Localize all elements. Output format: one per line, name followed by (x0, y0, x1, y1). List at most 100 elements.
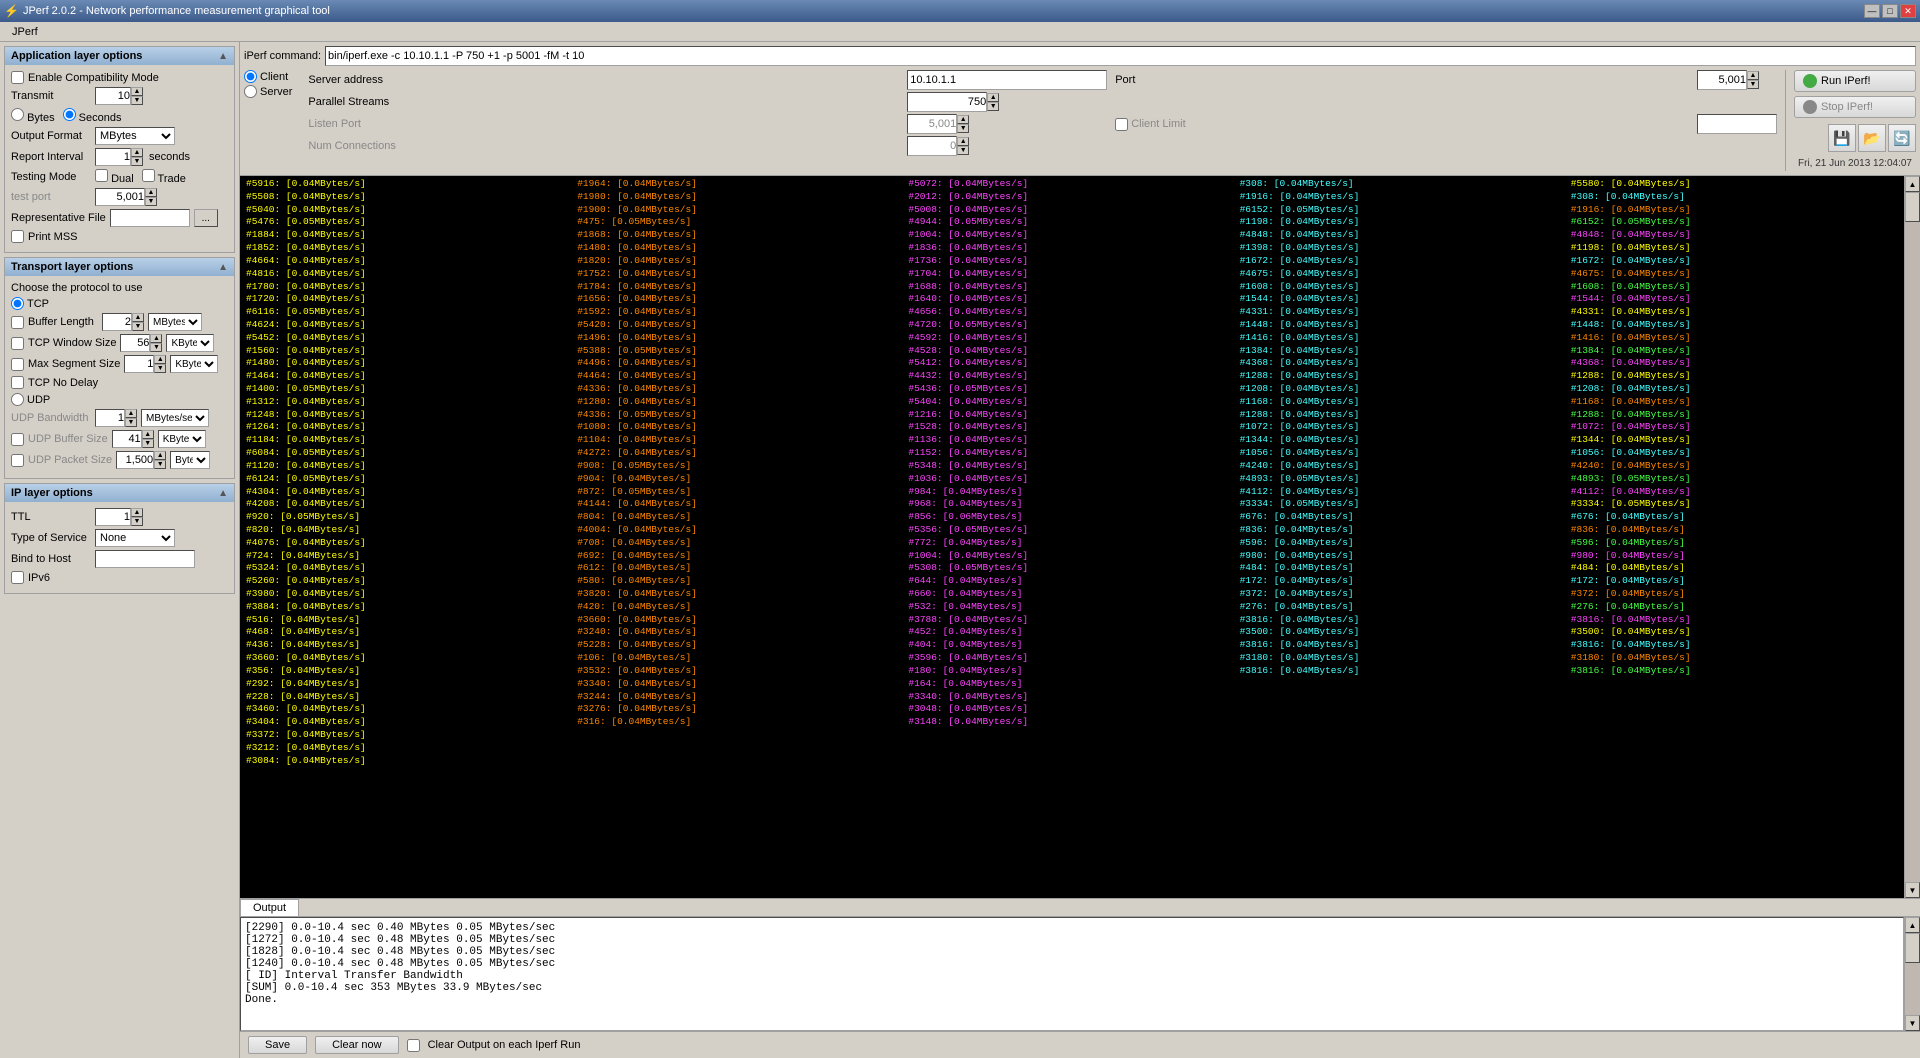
transmit-up[interactable]: ▲ (131, 87, 143, 96)
titlebar-controls[interactable]: — □ ✕ (1864, 4, 1916, 18)
max-segment-input[interactable] (124, 355, 154, 373)
client-limit-checkbox[interactable] (1115, 118, 1128, 131)
client-radio[interactable] (244, 70, 257, 83)
port-down[interactable]: ▼ (1747, 80, 1759, 89)
parallel-streams-input[interactable]: 750 (907, 92, 987, 112)
command-input[interactable]: bin/iperf.exe -c 10.10.1.1 -P 750 +1 -p … (325, 46, 1916, 66)
close-button[interactable]: ✕ (1900, 4, 1916, 18)
udp-packet-input[interactable] (116, 451, 154, 469)
report-interval-up[interactable]: ▲ (131, 148, 143, 157)
ipv6-checkbox[interactable] (11, 571, 24, 584)
udp-bandwidth-unit[interactable]: MBytes/sec (141, 409, 209, 427)
udp-buffer-input[interactable] (112, 430, 142, 448)
bytes-radio[interactable] (11, 108, 24, 121)
run-iperf-button[interactable]: Run IPerf! (1794, 70, 1916, 92)
udp-packet-down[interactable]: ▼ (154, 460, 166, 469)
max-segment-unit[interactable]: KBytes (170, 355, 218, 373)
output-scrollbar-track[interactable] (1905, 933, 1920, 1015)
parallel-down[interactable]: ▼ (987, 102, 999, 111)
tos-select[interactable]: None Minimize-Delay Maximize-Throughput … (95, 529, 175, 547)
output-scrollbar-up[interactable]: ▲ (1905, 917, 1920, 933)
bind-host-input[interactable] (95, 550, 195, 568)
udp-buffer-down[interactable]: ▼ (142, 439, 154, 448)
buffer-length-input[interactable] (102, 313, 132, 331)
listen-port-down[interactable]: ▼ (957, 124, 969, 133)
max-segment-down[interactable]: ▼ (154, 364, 166, 373)
clear-on-run-checkbox[interactable] (407, 1039, 420, 1052)
port-up[interactable]: ▲ (1747, 71, 1759, 80)
clear-now-button[interactable]: Clear now (315, 1036, 399, 1054)
listen-port-up[interactable]: ▲ (957, 115, 969, 124)
refresh-icon-button[interactable]: 🔄 (1888, 124, 1916, 152)
maximize-button[interactable]: □ (1882, 4, 1898, 18)
trade-checkbox[interactable] (142, 169, 155, 182)
max-segment-checkbox[interactable] (11, 358, 24, 371)
report-interval-input[interactable] (95, 148, 131, 166)
scrollbar-up[interactable]: ▲ (1905, 176, 1920, 192)
port-input[interactable]: 5,001 (1697, 70, 1747, 90)
num-connections-input[interactable]: 0 (907, 136, 957, 156)
minimize-button[interactable]: — (1864, 4, 1880, 18)
output-content[interactable]: [2290] 0.0-10.4 sec 0.40 MBytes 0.05 MBy… (240, 917, 1904, 1031)
transmit-input[interactable]: 10 (95, 87, 131, 105)
save-icon-button[interactable]: 💾 (1828, 124, 1856, 152)
rep-file-browse[interactable]: ... (194, 209, 218, 227)
tcp-no-delay-checkbox[interactable] (11, 376, 24, 389)
report-interval-down[interactable]: ▼ (131, 157, 143, 166)
output-scrollbar-down[interactable]: ▼ (1905, 1015, 1920, 1031)
app-layer-header[interactable]: Application layer options ▲ (5, 47, 234, 65)
num-connections-up[interactable]: ▲ (957, 137, 969, 146)
transport-layer-header[interactable]: Transport layer options ▲ (5, 258, 234, 276)
tcp-radio[interactable] (11, 297, 24, 310)
open-icon-button[interactable]: 📂 (1858, 124, 1886, 152)
tcp-window-unit[interactable]: KBytes (166, 334, 214, 352)
output-format-select[interactable]: MBytes (95, 127, 175, 145)
udp-bandwidth-down[interactable]: ▼ (125, 418, 137, 427)
ttl-input[interactable] (95, 508, 131, 526)
test-port-down[interactable]: ▼ (145, 197, 157, 206)
ttl-down[interactable]: ▼ (131, 517, 143, 526)
udp-packet-up[interactable]: ▲ (154, 451, 166, 460)
ip-layer-header[interactable]: IP layer options ▲ (5, 484, 234, 502)
test-port-up[interactable]: ▲ (145, 188, 157, 197)
tcp-window-down[interactable]: ▼ (150, 343, 162, 352)
udp-packet-unit[interactable]: Bytes (170, 451, 210, 469)
save-button[interactable]: Save (248, 1036, 307, 1054)
tcp-window-input[interactable] (120, 334, 150, 352)
server-radio[interactable] (244, 85, 257, 98)
udp-bandwidth-up[interactable]: ▲ (125, 409, 137, 418)
output-scrollbar-thumb[interactable] (1905, 933, 1920, 963)
scrollbar-thumb[interactable] (1905, 192, 1920, 222)
buffer-length-up[interactable]: ▲ (132, 313, 144, 322)
udp-bandwidth-input[interactable] (95, 409, 125, 427)
dual-checkbox[interactable] (95, 169, 108, 182)
listen-port-input[interactable]: 5,001 (907, 114, 957, 134)
tcp-window-checkbox[interactable] (11, 337, 24, 350)
udp-buffer-checkbox[interactable] (11, 433, 24, 446)
udp-buffer-up[interactable]: ▲ (142, 430, 154, 439)
scrollbar-down[interactable]: ▼ (1905, 882, 1920, 898)
parallel-up[interactable]: ▲ (987, 93, 999, 102)
udp-buffer-unit[interactable]: KBytes (158, 430, 206, 448)
transmit-down[interactable]: ▼ (131, 96, 143, 105)
menu-jperf[interactable]: JPerf (4, 24, 46, 40)
udp-radio[interactable] (11, 393, 24, 406)
enable-compat-checkbox[interactable] (11, 71, 24, 84)
buffer-length-unit[interactable]: MBytes (148, 313, 202, 331)
output-tab[interactable]: Output (240, 899, 299, 916)
scrollbar-track[interactable] (1905, 192, 1920, 882)
tcp-window-up[interactable]: ▲ (150, 334, 162, 343)
max-segment-up[interactable]: ▲ (154, 355, 166, 364)
buffer-length-checkbox[interactable] (11, 316, 24, 329)
server-address-input[interactable]: 10.10.1.1 (907, 70, 1107, 90)
ttl-up[interactable]: ▲ (131, 508, 143, 517)
buffer-length-down[interactable]: ▼ (132, 322, 144, 331)
seconds-radio[interactable] (63, 108, 76, 121)
data-scroll[interactable]: #5916: [0.04MBytes/s]#5508: [0.04MBytes/… (240, 176, 1904, 898)
client-limit-input[interactable] (1697, 114, 1777, 134)
udp-packet-checkbox[interactable] (11, 454, 24, 467)
stop-iperf-button[interactable]: Stop IPerf! (1794, 96, 1916, 118)
print-mss-checkbox[interactable] (11, 230, 24, 243)
rep-file-input[interactable] (110, 209, 190, 227)
test-port-input[interactable] (95, 188, 145, 206)
